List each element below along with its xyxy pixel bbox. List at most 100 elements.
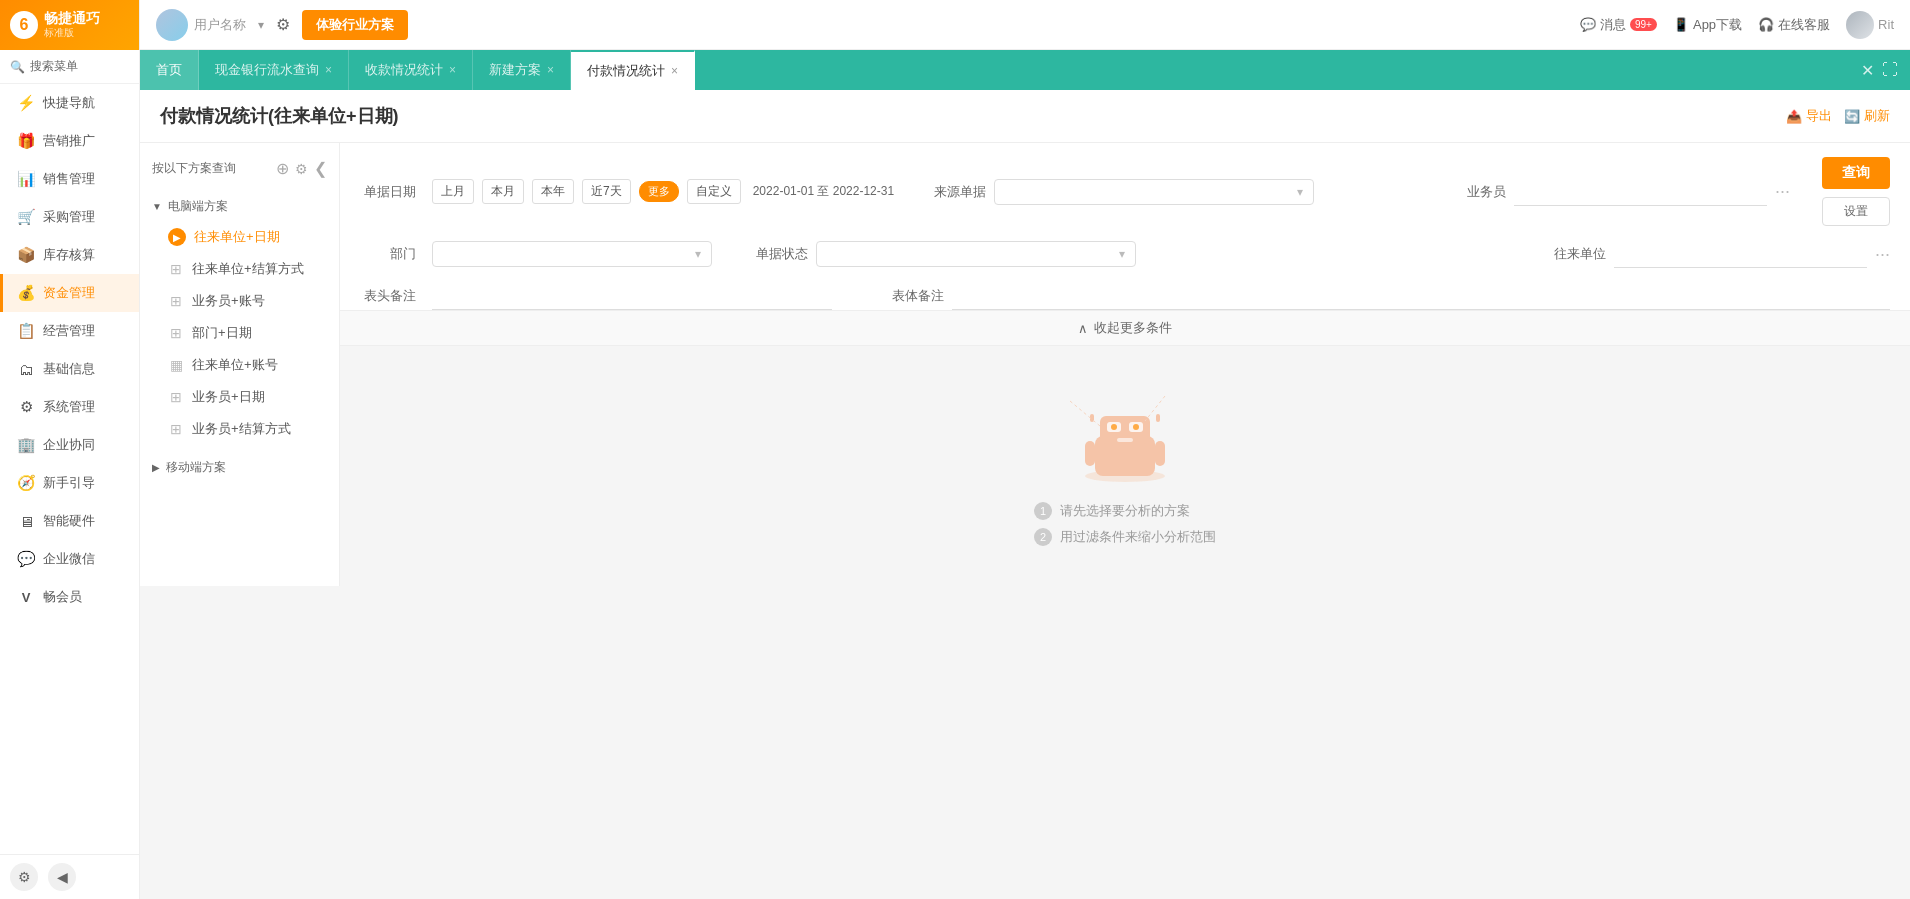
purchase-icon: 🛒: [17, 208, 35, 226]
scheme-salesman-settle[interactable]: ⊞ 业务员+结算方式: [140, 413, 339, 445]
sidebar: 6 畅捷通巧 标准版 🔍 搜索菜单 ⚡ 快捷导航 🎁 营销推广 📊 销售管理: [0, 0, 140, 899]
sidebar-item-operation[interactable]: 📋 经营管理: [0, 312, 139, 350]
sidebar-item-label: 系统管理: [43, 398, 95, 416]
date-btn-custom[interactable]: 自定义: [687, 179, 741, 204]
message-action[interactable]: 💬 消息 99+: [1580, 16, 1657, 34]
scheme-dept-date[interactable]: ⊞ 部门+日期: [140, 317, 339, 349]
service-icon: 🎧: [1758, 17, 1774, 32]
pc-section-title[interactable]: ▼ 电脑端方案: [140, 192, 339, 221]
scheme-salesman-date[interactable]: ⊞ 业务员+日期: [140, 381, 339, 413]
sidebar-item-guide[interactable]: 🧭 新手引导: [0, 464, 139, 502]
header-remark-label: 表头备注: [360, 287, 416, 305]
sidebar-item-inventory[interactable]: 📦 库存核算: [0, 236, 139, 274]
sidebar-item-finance[interactable]: 💰 资金管理: [0, 274, 139, 312]
search-menu[interactable]: 🔍 搜索菜单: [0, 50, 139, 84]
dept-select[interactable]: ▾: [432, 241, 712, 267]
scheme-partner-settle[interactable]: ⊞ 往来单位+结算方式: [140, 253, 339, 285]
tab-new-plan-close[interactable]: ×: [547, 63, 554, 77]
topbar-user-right[interactable]: Rit: [1846, 11, 1894, 39]
doc-status-label: 单据状态: [752, 245, 808, 263]
tab-expand-icon[interactable]: ⛶: [1882, 61, 1898, 79]
svg-line-12: [1070, 401, 1100, 426]
sidebar-item-hardware[interactable]: 🖥 智能硬件: [0, 502, 139, 540]
refresh-btn[interactable]: 🔄 刷新: [1844, 107, 1890, 125]
sidebar-item-purchase[interactable]: 🛒 采购管理: [0, 198, 139, 236]
sales-icon: 📊: [17, 170, 35, 188]
sidebar-item-label: 资金管理: [43, 284, 95, 302]
add-scheme-icon[interactable]: ⊕: [276, 159, 289, 178]
topbar-gear-icon[interactable]: ⚙: [276, 15, 290, 34]
user-dropdown[interactable]: ▾: [258, 18, 264, 32]
sidebar-item-enterprise[interactable]: 🏢 企业协同: [0, 426, 139, 464]
sidebar-item-label: 采购管理: [43, 208, 95, 226]
date-btn-last-month[interactable]: 上月: [432, 179, 474, 204]
tip-num-1: 1: [1034, 502, 1052, 520]
mobile-section-label: 移动端方案: [166, 459, 226, 476]
sidebar-item-marketing[interactable]: 🎁 营销推广: [0, 122, 139, 160]
partner-dots[interactable]: ···: [1875, 244, 1890, 265]
tabbar: 首页 现金银行流水查询 × 收款情况统计 × 新建方案 × 付款情况统计 × ✕…: [140, 50, 1910, 90]
tab-new-plan[interactable]: 新建方案 ×: [473, 50, 571, 90]
date-btn-more[interactable]: 更多: [639, 181, 679, 202]
scheme-salesman-account[interactable]: ⊞ 业务员+账号: [140, 285, 339, 317]
sidebar-item-system[interactable]: ⚙ 系统管理: [0, 388, 139, 426]
header-remark-input[interactable]: [432, 282, 832, 310]
scheme-partner-account[interactable]: ▦ 往来单位+账号: [140, 349, 339, 381]
sidebar-item-basic-info[interactable]: 🗂 基础信息: [0, 350, 139, 388]
export-btn[interactable]: 📤 导出: [1786, 107, 1832, 125]
scheme-grid-icon: ⊞: [168, 421, 184, 437]
tab-cashflow-close[interactable]: ×: [325, 63, 332, 77]
tab-close-all-icon[interactable]: ✕: [1861, 61, 1874, 80]
refresh-icon: 🔄: [1844, 109, 1860, 124]
scheme-partner-date[interactable]: ▶ 往来单位+日期: [140, 221, 339, 253]
tab-cashflow[interactable]: 现金银行流水查询 ×: [199, 50, 349, 90]
tab-home-label: 首页: [156, 61, 182, 79]
app-download-action[interactable]: 📱 App下载: [1673, 16, 1742, 34]
tab-receipt-stat[interactable]: 收款情况统计 ×: [349, 50, 473, 90]
salesman-dots[interactable]: ···: [1775, 181, 1790, 202]
query-btn[interactable]: 查询: [1822, 157, 1890, 189]
partner-input[interactable]: [1614, 240, 1867, 268]
settings-icon[interactable]: ⚙: [10, 863, 38, 891]
tab-home[interactable]: 首页: [140, 50, 199, 90]
online-service-action[interactable]: 🎧 在线客服: [1758, 16, 1830, 34]
date-btn-7days[interactable]: 近7天: [582, 179, 631, 204]
sidebar-bottom: ⚙ ◀: [0, 854, 139, 899]
source-select[interactable]: ▾: [994, 179, 1314, 205]
sidebar-item-member[interactable]: V 畅会员: [0, 578, 139, 616]
salesman-input[interactable]: [1514, 178, 1767, 206]
operation-icon: 📋: [17, 322, 35, 340]
user-avatar: [156, 9, 188, 41]
trial-btn[interactable]: 体验行业方案: [302, 10, 408, 40]
settings-scheme-icon[interactable]: ⚙: [295, 161, 308, 177]
tab-cashflow-label: 现金银行流水查询: [215, 61, 319, 79]
doc-status-select[interactable]: ▾: [816, 241, 1136, 267]
tab-payment-close[interactable]: ×: [671, 64, 678, 78]
tab-new-plan-label: 新建方案: [489, 61, 541, 79]
left-panel-actions: ⊕ ⚙ ❮: [276, 159, 327, 178]
sidebar-item-label: 经营管理: [43, 322, 95, 340]
settings-btn[interactable]: 设置: [1822, 197, 1890, 226]
sidebar-item-wechat[interactable]: 💬 企业微信: [0, 540, 139, 578]
topbar-actions: 💬 消息 99+ 📱 App下载 🎧 在线客服 Rit: [1580, 11, 1894, 39]
page-header-actions: 📤 导出 🔄 刷新: [1786, 107, 1890, 125]
collapse-panel-icon[interactable]: ❮: [314, 159, 327, 178]
page-header: 付款情况统计(往来单位+日期) 📤 导出 🔄 刷新: [140, 90, 1910, 143]
collapse-label: 收起更多条件: [1094, 319, 1172, 337]
date-btn-this-month[interactable]: 本月: [482, 179, 524, 204]
tab-receipt-close[interactable]: ×: [449, 63, 456, 77]
empty-state-area: 1 请先选择要分析的方案 2 用过滤条件来缩小分析范围: [340, 346, 1910, 586]
salesman-group: 业务员 ···: [1450, 178, 1790, 206]
search-label: 搜索菜单: [30, 58, 78, 75]
scheme-grid-icon: ⊞: [168, 293, 184, 309]
tab-payment-stat[interactable]: 付款情况统计 ×: [571, 50, 695, 90]
tab-payment-label: 付款情况统计: [587, 62, 665, 80]
sidebar-item-quick-nav[interactable]: ⚡ 快捷导航: [0, 84, 139, 122]
collapse-filter-btn[interactable]: ∧ 收起更多条件: [340, 310, 1910, 345]
body-remark-input[interactable]: [952, 282, 1890, 310]
date-btn-this-year[interactable]: 本年: [532, 179, 574, 204]
sidebar-item-sales[interactable]: 📊 销售管理: [0, 160, 139, 198]
mobile-section-title[interactable]: ▶ 移动端方案: [140, 453, 339, 482]
collapse-sidebar-icon[interactable]: ◀: [48, 863, 76, 891]
service-label: 在线客服: [1778, 16, 1830, 34]
